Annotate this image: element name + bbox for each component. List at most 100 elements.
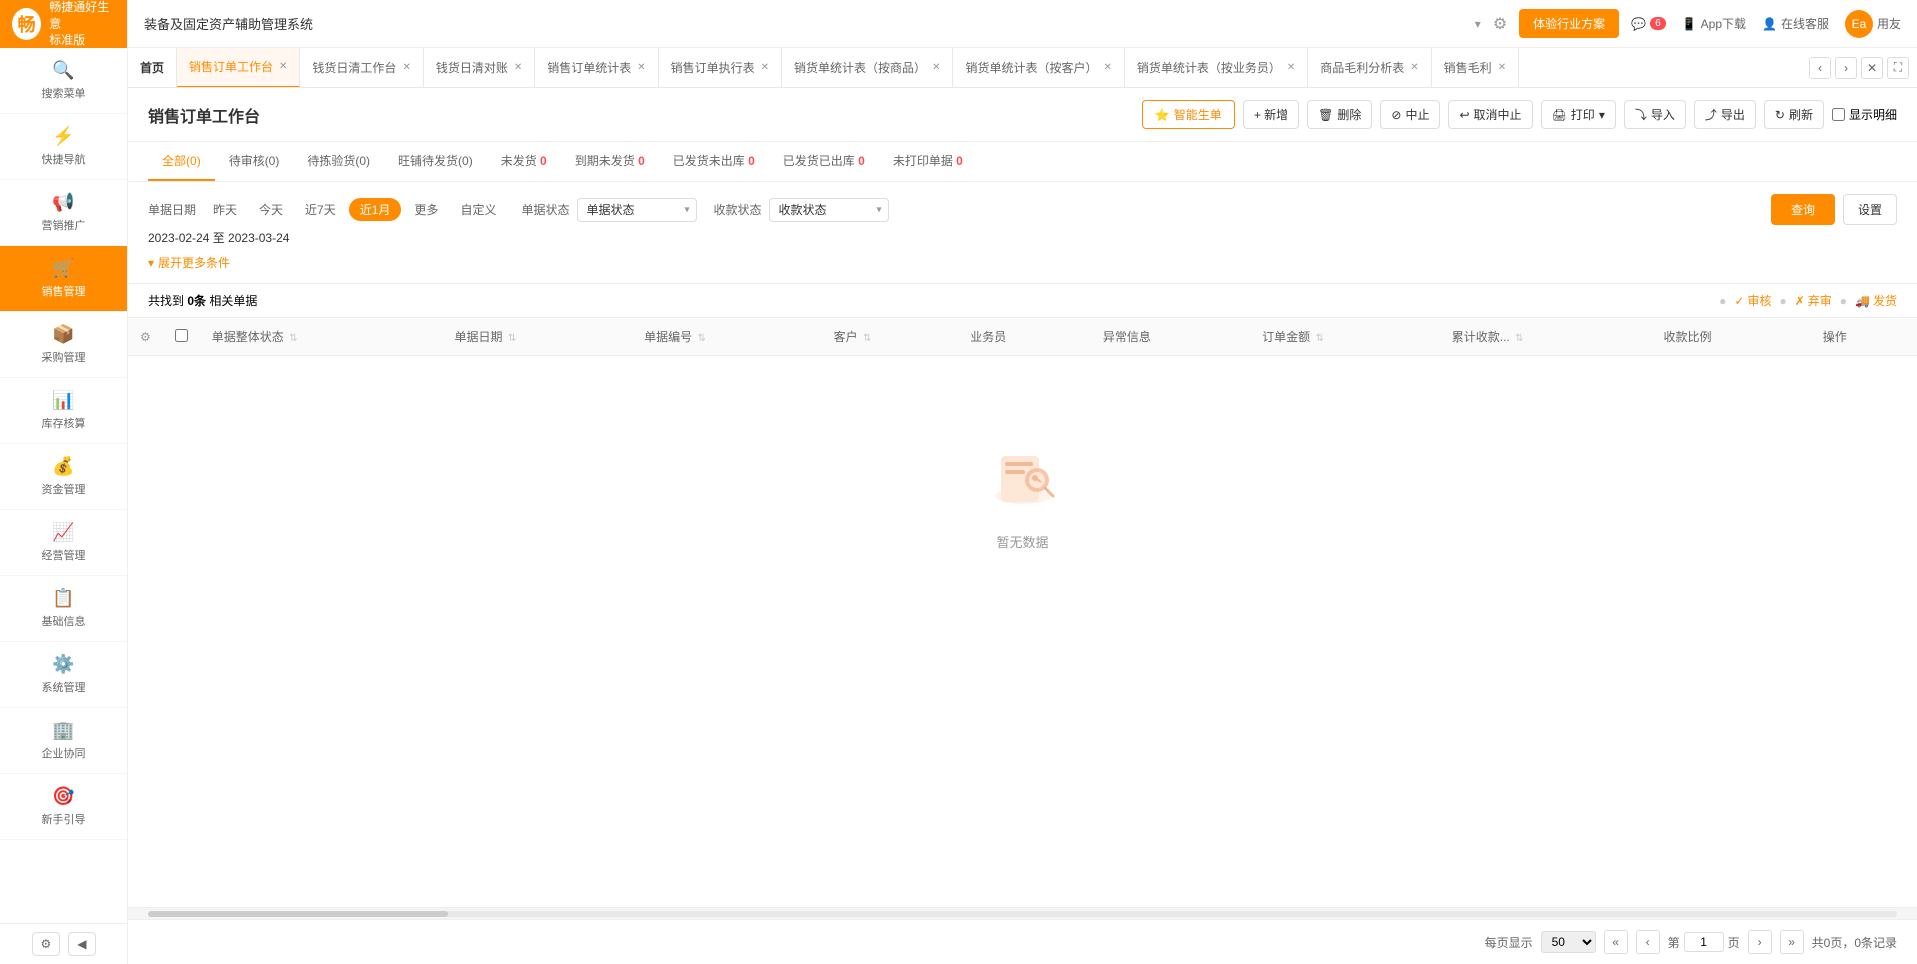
sidebar-item-label: 库存核算 — [42, 415, 86, 431]
export-btn[interactable]: ⤴ 导出 — [1694, 100, 1756, 129]
page-input[interactable] — [1684, 932, 1724, 952]
industry-btn[interactable]: 体验行业方案 — [1519, 9, 1619, 38]
tab-cash-reconcile[interactable]: 钱货日清对账 ✕ — [424, 48, 535, 88]
tab-sales-stats-product[interactable]: 销货单统计表（按商品） ✕ — [782, 48, 953, 88]
refresh-btn-label: 刷新 — [1789, 106, 1813, 123]
online-service-btn[interactable]: 👤 在线客服 — [1762, 15, 1829, 32]
select-all-checkbox[interactable] — [175, 329, 188, 342]
per-page-select[interactable]: 10 20 50 100 — [1541, 931, 1596, 953]
tab-sales-stats-customer[interactable]: 销货单统计表（按客户） ✕ — [953, 48, 1124, 88]
sub-tab-all[interactable]: 全部(0) — [148, 142, 215, 181]
sub-tab-inspect[interactable]: 待拣验货(0) — [293, 142, 384, 181]
first-page-btn[interactable]: « — [1604, 930, 1628, 954]
last-page-btn[interactable]: » — [1780, 930, 1804, 954]
print-btn[interactable]: 🖨 打印 ▾ — [1541, 100, 1616, 129]
sub-tab-overdue[interactable]: 到期未发货 0 — [561, 142, 659, 181]
tab-sales-order-stats[interactable]: 销售订单统计表 ✕ — [535, 48, 658, 88]
import-btn[interactable]: ⤵ 导入 — [1624, 100, 1686, 129]
sort-collected-icon[interactable]: ⇅ — [1515, 333, 1523, 344]
sidebar-item-basic[interactable]: 📋 基础信息 — [0, 576, 127, 642]
sidebar-item-sales[interactable]: 🛒 销售管理 — [0, 246, 127, 312]
refresh-btn[interactable]: ↻ 刷新 — [1764, 100, 1824, 129]
scrollbar-thumb[interactable] — [148, 911, 448, 917]
app-download-btn[interactable]: 📱 App下载 — [1682, 15, 1746, 32]
th-customer-label: 客户 — [834, 330, 858, 344]
tab-close-stats-customer[interactable]: ✕ — [1103, 62, 1111, 73]
tab-sales-order[interactable]: 销售订单工作台 ✕ — [177, 48, 300, 88]
sort-amount-icon[interactable]: ⇅ — [1316, 333, 1324, 344]
next-page-btn[interactable]: › — [1748, 930, 1772, 954]
query-btn[interactable]: 查询 — [1771, 194, 1835, 225]
tab-cash-daily[interactable]: 钱货日清工作台 ✕ — [300, 48, 423, 88]
tab-home[interactable]: 首页 — [128, 48, 177, 88]
sub-tab-not-printed[interactable]: 未打印单据 0 — [879, 142, 977, 181]
sub-tab-not-shipped[interactable]: 未发货 0 — [487, 142, 561, 181]
sort-status-icon[interactable]: ⇅ — [289, 333, 297, 344]
sidebar-item-marketing[interactable]: 📢 营销推广 — [0, 180, 127, 246]
result-count-value: 0条 — [187, 294, 206, 308]
sidebar-item-quicknav[interactable]: ⚡ 快捷导航 — [0, 114, 127, 180]
expand-conditions-btn[interactable]: ▾ 展开更多条件 — [148, 254, 1897, 271]
tab-close-cash-daily[interactable]: ✕ — [402, 62, 410, 73]
settings-header-icon[interactable]: ⚙ — [1493, 14, 1507, 34]
new-btn[interactable]: + 新增 — [1243, 100, 1299, 129]
filter-collect-select[interactable]: 收款状态 — [769, 198, 889, 222]
tab-fullscreen[interactable]: ⛶ — [1887, 57, 1909, 79]
collapse-btn[interactable]: ◀ — [68, 932, 95, 956]
tab-close-all[interactable]: ✕ — [1861, 57, 1883, 79]
filter-status-select[interactable]: 单据状态 — [577, 198, 697, 222]
detail-checkbox[interactable] — [1832, 108, 1845, 121]
filter-date-today[interactable]: 今天 — [250, 198, 292, 221]
tab-nav-next[interactable]: › — [1835, 57, 1857, 79]
filter-date-7days[interactable]: 近7天 — [296, 198, 345, 221]
message-btn[interactable]: 💬 6 — [1631, 17, 1666, 31]
cancel-stop-btn[interactable]: ↩ 取消中止 — [1448, 100, 1532, 129]
reject-btn[interactable]: ✗ 弃审 — [1795, 292, 1832, 309]
sort-number-icon[interactable]: ⇅ — [697, 333, 705, 344]
detail-checkbox-label[interactable]: 显示明细 — [1832, 106, 1897, 123]
sidebar-item-search[interactable]: 🔍 搜索菜单 — [0, 48, 127, 114]
sub-tab-pending[interactable]: 待审核(0) — [215, 142, 294, 181]
tab-close-cash-reconcile[interactable]: ✕ — [514, 62, 522, 73]
setting-btn[interactable]: 设置 — [1843, 194, 1897, 225]
sub-tab-shipped-not-out[interactable]: 已发货未出库 0 — [659, 142, 769, 181]
tab-close-stats-product[interactable]: ✕ — [932, 62, 940, 73]
sidebar-item-purchase[interactable]: 📦 采购管理 — [0, 312, 127, 378]
stop-btn[interactable]: ⊘ 中止 — [1380, 100, 1440, 129]
sidebar-item-inventory[interactable]: 📊 库存核算 — [0, 378, 127, 444]
tab-sales-stats-staff[interactable]: 销货单统计表（按业务员） ✕ — [1125, 48, 1308, 88]
tab-close-stats-staff[interactable]: ✕ — [1287, 62, 1295, 73]
sidebar-item-operation[interactable]: 📈 经营管理 — [0, 510, 127, 576]
tab-close-margin[interactable]: ✕ — [1410, 62, 1418, 73]
tab-close-more[interactable]: ✕ — [1498, 62, 1506, 73]
prev-page-btn[interactable]: ‹ — [1636, 930, 1660, 954]
th-exception-label: 异常信息 — [1103, 330, 1151, 344]
tab-close-sales-order[interactable]: ✕ — [279, 61, 287, 72]
filter-date-1month[interactable]: 近1月 — [349, 198, 402, 221]
sidebar-item-guide[interactable]: 🎯 新手引导 — [0, 774, 127, 840]
sort-date-icon[interactable]: ⇅ — [508, 333, 516, 344]
tab-sales-order-exec[interactable]: 销售订单执行表 ✕ — [659, 48, 782, 88]
filter-date-yesterday[interactable]: 昨天 — [204, 198, 246, 221]
column-settings-icon[interactable]: ⚙ — [140, 330, 151, 344]
per-page-label: 每页显示 — [1485, 934, 1533, 951]
sidebar-item-finance[interactable]: 💰 资金管理 — [0, 444, 127, 510]
sidebar-item-enterprise[interactable]: 🏢 企业协同 — [0, 708, 127, 774]
tab-product-margin[interactable]: 商品毛利分析表 ✕ — [1308, 48, 1431, 88]
sort-customer-icon[interactable]: ⇅ — [863, 333, 871, 344]
tab-nav-prev[interactable]: ‹ — [1809, 57, 1831, 79]
sidebar-item-system[interactable]: ⚙️ 系统管理 — [0, 642, 127, 708]
tab-close-sales-stats[interactable]: ✕ — [637, 62, 645, 73]
approve-btn[interactable]: ✓ 审核 — [1734, 292, 1771, 309]
smart-btn[interactable]: ⭐ 智能生单 — [1142, 100, 1235, 129]
delete-btn[interactable]: 🗑 删除 — [1307, 100, 1372, 129]
ship-btn[interactable]: 🚚 发货 — [1855, 292, 1897, 309]
tab-close-sales-exec[interactable]: ✕ — [761, 62, 769, 73]
filter-date-custom[interactable]: 自定义 — [451, 198, 505, 221]
sub-tab-shipped-out[interactable]: 已发货已出库 0 — [769, 142, 879, 181]
settings-bottom-btn[interactable]: ⚙ — [32, 932, 61, 956]
filter-date-more[interactable]: 更多 — [405, 198, 447, 221]
user-area[interactable]: Ea 用友 — [1845, 10, 1901, 38]
sub-tab-wangpu[interactable]: 旺铺待发货(0) — [384, 142, 487, 181]
tab-sales-more[interactable]: 销售毛利 ✕ — [1432, 48, 1519, 88]
